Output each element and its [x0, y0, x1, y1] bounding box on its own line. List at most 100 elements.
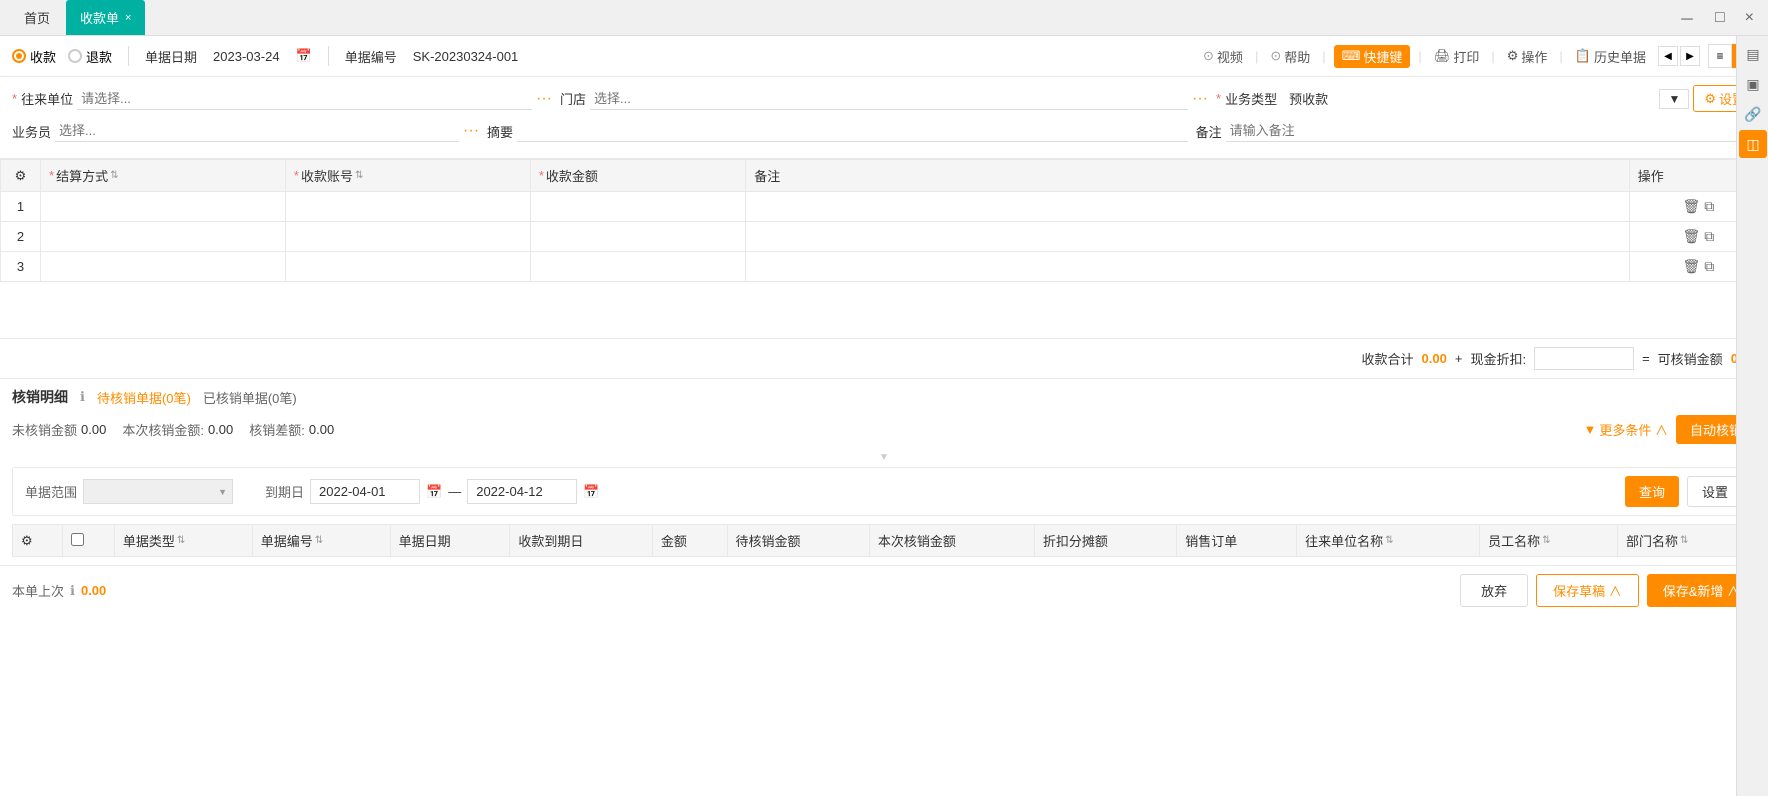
staff-input[interactable]: [55, 120, 459, 142]
row-1-note[interactable]: [746, 192, 1630, 222]
sidebar-icon-2[interactable]: ▣: [1739, 70, 1767, 98]
tab-bar: 首页 收款单 × － □ ×: [0, 0, 1768, 36]
date-separator: —: [448, 484, 461, 499]
history-btn[interactable]: 📋 历史单据: [1571, 45, 1650, 68]
query-setting-btn[interactable]: 设置: [1687, 476, 1743, 507]
sidebar-icon-1[interactable]: ▤: [1739, 40, 1767, 68]
row-2-account[interactable]: [285, 222, 530, 252]
query-btn[interactable]: 查询: [1625, 476, 1679, 507]
radio-return-dot: [68, 49, 82, 63]
radio-return[interactable]: 退款: [68, 47, 112, 66]
tab-home[interactable]: 首页: [8, 0, 66, 35]
business-type-field: * 业务类型 预收款 ▼ ⚙ 设置: [1216, 85, 1756, 112]
row-3-delete-icon[interactable]: 🗑: [1683, 258, 1701, 275]
close-btn[interactable]: ×: [1739, 4, 1760, 32]
table-gear-icon[interactable]: ⚙: [15, 168, 27, 183]
shop-more-btn[interactable]: ···: [1192, 90, 1208, 108]
doc-num-sort[interactable]: ⇅: [315, 535, 323, 546]
counterpart-sort[interactable]: ⇅: [1385, 535, 1393, 546]
counterpart-label: 往来单位: [21, 89, 73, 108]
filter-btn[interactable]: ▼ 更多条件 ∧: [1583, 420, 1668, 439]
help-btn[interactable]: ⊙ 帮助: [1266, 45, 1314, 68]
row-1-settlement[interactable]: [41, 192, 286, 222]
summary-input[interactable]: [517, 120, 1188, 142]
row-2-delete-icon[interactable]: 🗑: [1683, 228, 1701, 245]
calendar-icon[interactable]: 📅: [296, 48, 312, 64]
row-2-note[interactable]: [746, 222, 1630, 252]
row-3-amount[interactable]: [530, 252, 745, 282]
row-num-1: 1: [1, 192, 41, 222]
toolbar: 收款 退款 单据日期 2023-03-24 📅 单据编号 SK-20230324…: [0, 36, 1768, 77]
row-2-amount[interactable]: [530, 222, 745, 252]
radio-receipt[interactable]: 收款: [12, 47, 56, 66]
nav-next[interactable]: ▶: [1680, 46, 1700, 66]
print-btn[interactable]: 🖨 打印: [1430, 45, 1484, 68]
range-select[interactable]: [83, 479, 233, 504]
date-field: 到期日 📅 — 📅: [265, 479, 599, 504]
save-draft-btn[interactable]: 保存草稿 ∧: [1536, 574, 1639, 607]
counterpart-input[interactable]: [77, 88, 532, 110]
staff-more-btn[interactable]: ···: [463, 122, 479, 140]
row-2-settlement[interactable]: [41, 222, 286, 252]
dept-sort[interactable]: ⇅: [1680, 535, 1688, 546]
row-1-account[interactable]: [285, 192, 530, 222]
nav-prev[interactable]: ◀: [1658, 46, 1678, 66]
query-section: 单据范围 到期日 📅 — 📅 查询 设置: [12, 467, 1756, 516]
tab-close-btn[interactable]: ×: [125, 12, 131, 24]
bth-gear[interactable]: ⚙: [13, 525, 63, 557]
verify-section: 核销明细 ℹ 待核销单据(0笔) 已核销单据(0笔) 未核销金额 0.00 本次…: [0, 379, 1768, 565]
date-value[interactable]: 2023-03-24: [213, 49, 280, 64]
select-all-checkbox[interactable]: [71, 533, 84, 546]
sum-label2: 现金折扣:: [1470, 349, 1526, 368]
counterpart-more-btn[interactable]: ···: [536, 90, 552, 108]
summary-field: 摘要: [487, 120, 1188, 142]
sum-label3: 可核销金额: [1658, 349, 1723, 368]
note-input[interactable]: [1226, 120, 1756, 142]
minimize-btn[interactable]: －: [1673, 4, 1701, 32]
settlement-sort-icon[interactable]: ⇅: [110, 170, 118, 181]
date-end-icon[interactable]: 📅: [583, 484, 599, 500]
account-sort-icon[interactable]: ⇅: [355, 170, 363, 181]
number-label: 单据编号: [345, 47, 397, 66]
date-start-input[interactable]: [310, 479, 420, 504]
bottom-right: 放弃 保存草稿 ∧ 保存&新增 ∧: [1460, 574, 1756, 607]
row-1-amount[interactable]: [530, 192, 745, 222]
th-gear[interactable]: ⚙: [1, 160, 41, 192]
table-row: 3 🗑 ⧉: [1, 252, 1768, 282]
operation-btn[interactable]: ⚙ 操作: [1503, 45, 1552, 68]
sidebar-icon-4[interactable]: ◫: [1739, 130, 1767, 158]
business-type-dropdown[interactable]: ▼: [1659, 89, 1689, 109]
form-row-2: 业务员 ··· 摘要 备注: [12, 120, 1756, 142]
row-1-copy-icon[interactable]: ⧉: [1704, 198, 1714, 215]
staff-sort[interactable]: ⇅: [1542, 535, 1550, 546]
row-2-copy-icon[interactable]: ⧉: [1704, 228, 1714, 245]
shortcut-btn[interactable]: ⌨ 快捷键: [1334, 45, 1411, 68]
bottom-gear-icon[interactable]: ⚙: [21, 533, 33, 548]
verify-tab-done[interactable]: 已核销单据(0笔): [203, 388, 297, 407]
note-label: 备注: [1196, 122, 1222, 141]
row-3-note[interactable]: [746, 252, 1630, 282]
row-3-settlement[interactable]: [41, 252, 286, 282]
doc-type-sort[interactable]: ⇅: [177, 535, 185, 546]
list-view-btn[interactable]: ≡: [1708, 44, 1732, 68]
date-start-icon[interactable]: 📅: [426, 484, 442, 500]
verify-tab-pending[interactable]: 待核销单据(0笔): [97, 388, 191, 407]
bottom-table-header: ⚙ 单据类型⇅ 单据编号⇅ 单据日期 收款到期日: [13, 525, 1756, 557]
sidebar-icon-3[interactable]: 🔗: [1739, 100, 1767, 128]
bottom-info-icon[interactable]: ℹ: [70, 583, 75, 599]
print-icon: 🖨: [1434, 48, 1451, 64]
verify-info-icon[interactable]: ℹ: [80, 389, 85, 405]
video-btn[interactable]: ⊙ 视频: [1199, 45, 1247, 68]
date-end-input[interactable]: [467, 479, 577, 504]
filter-label: 更多条件 ∧: [1599, 420, 1668, 439]
discount-input[interactable]: [1534, 347, 1634, 370]
tab-active[interactable]: 收款单 ×: [66, 0, 145, 35]
shop-input[interactable]: [590, 88, 1188, 110]
row-3-account[interactable]: [285, 252, 530, 282]
row-1-delete-icon[interactable]: 🗑: [1683, 198, 1701, 215]
abandon-btn[interactable]: 放弃: [1460, 574, 1528, 607]
radio-receipt-label: 收款: [30, 47, 56, 66]
maximize-btn[interactable]: □: [1709, 4, 1731, 32]
verify-title: 核销明细: [12, 387, 68, 407]
row-3-copy-icon[interactable]: ⧉: [1704, 258, 1714, 275]
